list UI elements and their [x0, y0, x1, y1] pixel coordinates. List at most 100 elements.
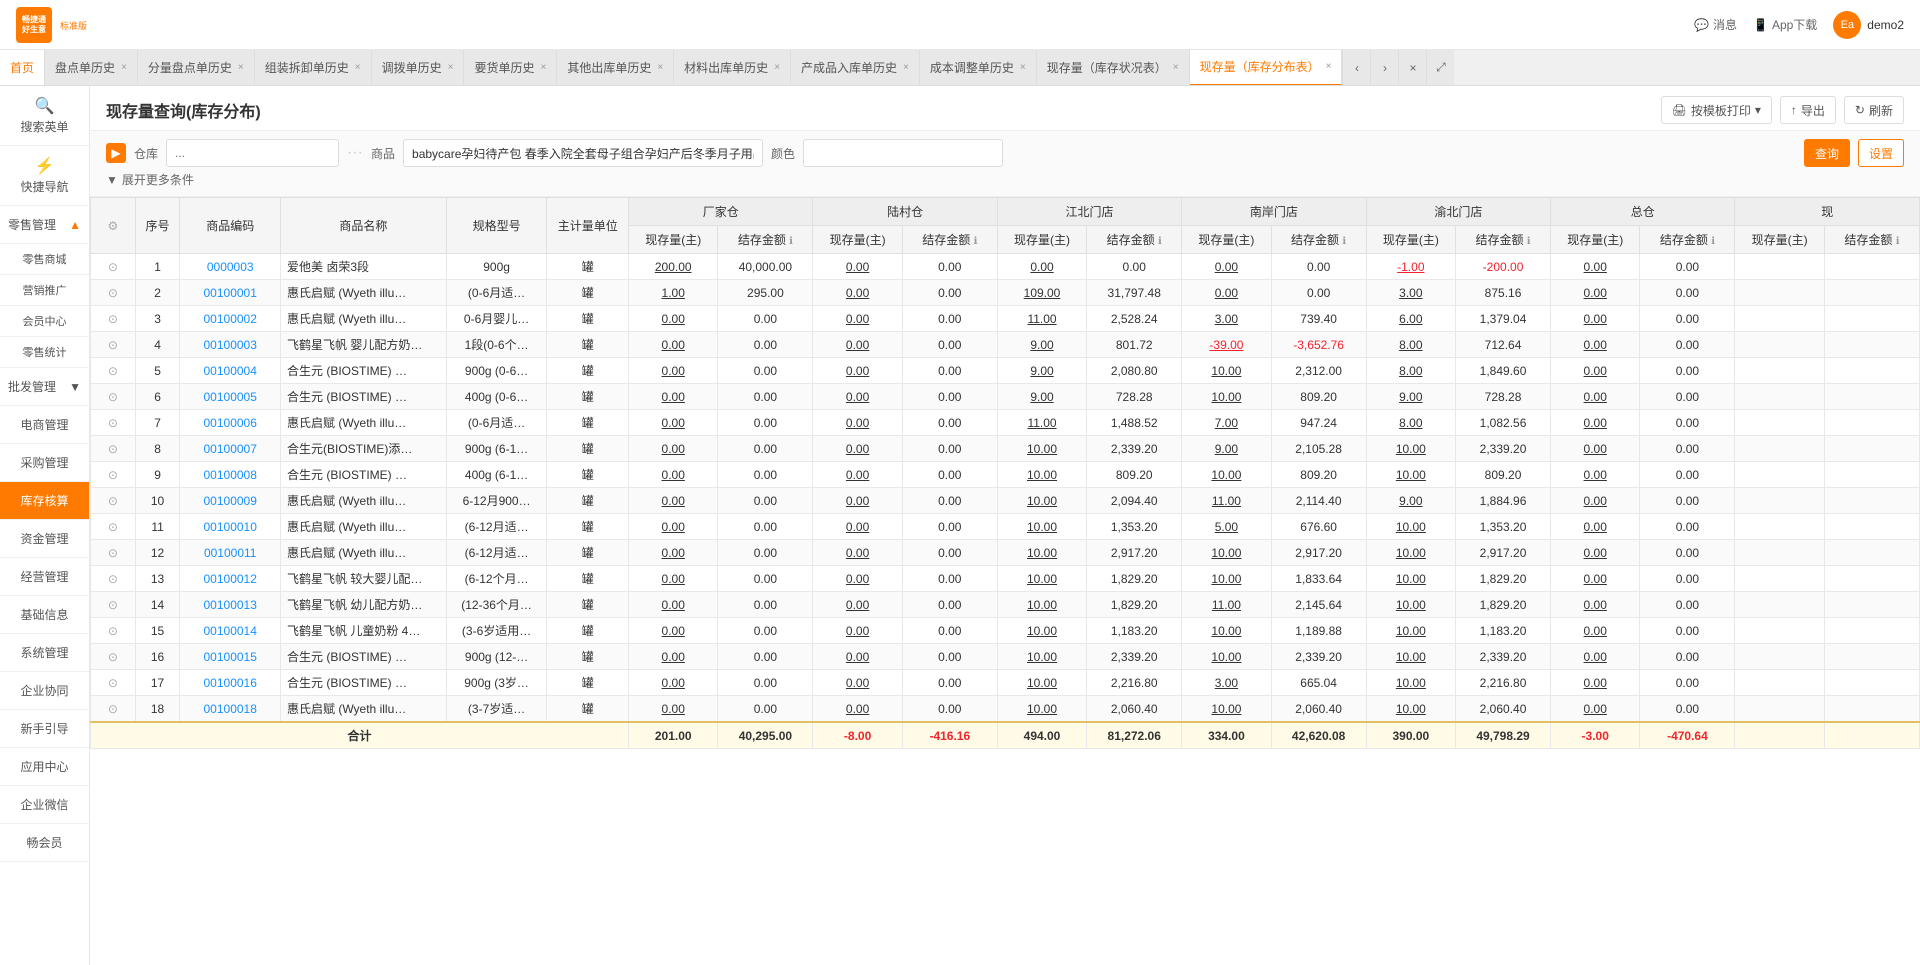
cell-jb-qty[interactable]: 10.00 [997, 592, 1086, 618]
cell-yb-qty[interactable]: 10.00 [1366, 462, 1455, 488]
cell-yb-qty[interactable]: 8.00 [1366, 358, 1455, 384]
cell-jb-qty[interactable]: 10.00 [997, 670, 1086, 696]
cell-lu-qty[interactable]: 0.00 [813, 332, 902, 358]
cell-code[interactable]: 00100011 [180, 540, 281, 566]
cell-fac-qty[interactable]: 0.00 [629, 644, 718, 670]
cell-yb-qty[interactable]: 8.00 [1366, 332, 1455, 358]
app-download-btn[interactable]: 📱 App下载 [1753, 16, 1817, 33]
cell-na-qty[interactable]: 3.00 [1182, 670, 1271, 696]
cell-lu-qty[interactable]: 0.00 [813, 592, 902, 618]
cell-gear[interactable]: ⊙ [91, 436, 136, 462]
cell-total-qty[interactable]: 0.00 [1551, 670, 1640, 696]
cell-fac-qty[interactable]: 0.00 [629, 358, 718, 384]
cell-jb-qty[interactable]: 10.00 [997, 696, 1086, 723]
sidebar-item-retail-shop[interactable]: 零售商城 [0, 244, 89, 275]
cell-yb-qty[interactable]: 8.00 [1366, 410, 1455, 436]
sidebar-item-basic-info[interactable]: 基础信息 [0, 596, 89, 634]
cell-total-qty[interactable]: 0.00 [1551, 618, 1640, 644]
cell-fac-qty[interactable]: 0.00 [629, 670, 718, 696]
cell-gear[interactable]: ⊙ [91, 306, 136, 332]
cell-total-qty[interactable]: 0.00 [1551, 592, 1640, 618]
cell-total-qty[interactable]: 0.00 [1551, 514, 1640, 540]
cell-lu-qty[interactable]: 0.00 [813, 566, 902, 592]
warehouse-input[interactable] [166, 139, 339, 167]
sidebar-item-ecommerce[interactable]: 电商管理 [0, 406, 89, 444]
cell-yb-qty[interactable]: 9.00 [1366, 488, 1455, 514]
cell-gear[interactable]: ⊙ [91, 696, 136, 723]
sidebar-item-marketing[interactable]: 营销推广 [0, 275, 89, 306]
cell-lu-qty[interactable]: 0.00 [813, 306, 902, 332]
cell-na-qty[interactable]: 10.00 [1182, 644, 1271, 670]
cell-fac-qty[interactable]: 0.00 [629, 332, 718, 358]
refresh-button[interactable]: ↻ 刷新 [1844, 96, 1904, 124]
cell-code[interactable]: 00100014 [180, 618, 281, 644]
cell-fac-qty[interactable]: 1.00 [629, 280, 718, 306]
tab-3[interactable]: 组装拆卸单历史 × [255, 50, 372, 86]
cell-total-qty[interactable]: 0.00 [1551, 358, 1640, 384]
cell-gear[interactable]: ⊙ [91, 462, 136, 488]
cell-gear[interactable]: ⊙ [91, 254, 136, 280]
tab-7[interactable]: 材料出库单历史 × [674, 50, 791, 86]
tab-2[interactable]: 分量盘点单历史 × [138, 50, 255, 86]
cell-fac-qty[interactable]: 0.00 [629, 306, 718, 332]
cell-code[interactable]: 00100008 [180, 462, 281, 488]
cell-na-qty[interactable]: 10.00 [1182, 462, 1271, 488]
cell-total-qty[interactable]: 0.00 [1551, 254, 1640, 280]
tab-6[interactable]: 其他出库单历史 × [557, 50, 674, 86]
cell-code[interactable]: 00100003 [180, 332, 281, 358]
cell-lu-qty[interactable]: 0.00 [813, 514, 902, 540]
cell-code[interactable]: 00100004 [180, 358, 281, 384]
tab-4[interactable]: 调拨单历史 × [372, 50, 465, 86]
cell-total-qty[interactable]: 0.00 [1551, 384, 1640, 410]
cell-jb-qty[interactable]: 0.00 [997, 254, 1086, 280]
cell-code[interactable]: 00100001 [180, 280, 281, 306]
cell-lu-qty[interactable]: 0.00 [813, 618, 902, 644]
cell-fac-qty[interactable]: 0.00 [629, 696, 718, 723]
cell-na-qty[interactable]: 11.00 [1182, 488, 1271, 514]
cell-lu-qty[interactable]: 0.00 [813, 644, 902, 670]
sidebar-item-wholesale[interactable]: 批发管理 ▼ [0, 368, 89, 406]
cell-jb-qty[interactable]: 10.00 [997, 514, 1086, 540]
cell-na-qty[interactable]: 9.00 [1182, 436, 1271, 462]
cell-total-qty[interactable]: 0.00 [1551, 410, 1640, 436]
cell-yb-qty[interactable]: 10.00 [1366, 670, 1455, 696]
cell-gear[interactable]: ⊙ [91, 540, 136, 566]
table-container[interactable]: ⚙ 序号 商品编码 商品名称 规格型号 主计量单位 厂家仓 陆村仓 江北门店 南… [90, 197, 1920, 965]
tab-10[interactable]: 现存量（库存状况表） × [1037, 50, 1190, 86]
cell-total-qty[interactable]: 0.00 [1551, 332, 1640, 358]
cell-total-qty[interactable]: 0.00 [1551, 540, 1640, 566]
cell-code[interactable]: 00100013 [180, 592, 281, 618]
sidebar-item-operations[interactable]: 经营管理 [0, 558, 89, 596]
sidebar-item-member-club[interactable]: 畅会员 [0, 824, 89, 862]
cell-gear[interactable]: ⊙ [91, 410, 136, 436]
cell-fac-qty[interactable]: 0.00 [629, 384, 718, 410]
cell-lu-qty[interactable]: 0.00 [813, 254, 902, 280]
cell-yb-qty[interactable]: 10.00 [1366, 540, 1455, 566]
sidebar-item-guide[interactable]: 新手引导 [0, 710, 89, 748]
cell-code[interactable]: 0000003 [180, 254, 281, 280]
cell-na-qty[interactable]: 5.00 [1182, 514, 1271, 540]
cell-total-qty[interactable]: 0.00 [1551, 462, 1640, 488]
cell-code[interactable]: 00100016 [180, 670, 281, 696]
cell-code[interactable]: 00100002 [180, 306, 281, 332]
cell-lu-qty[interactable]: 0.00 [813, 436, 902, 462]
cell-fac-qty[interactable]: 200.00 [629, 254, 718, 280]
cell-na-qty[interactable]: 0.00 [1182, 280, 1271, 306]
cell-gear[interactable]: ⊙ [91, 514, 136, 540]
cell-yb-qty[interactable]: 10.00 [1366, 696, 1455, 723]
cell-gear[interactable]: ⊙ [91, 280, 136, 306]
cell-na-qty[interactable]: 0.00 [1182, 254, 1271, 280]
cell-lu-qty[interactable]: 0.00 [813, 540, 902, 566]
cell-code[interactable]: 00100007 [180, 436, 281, 462]
cell-gear[interactable]: ⊙ [91, 384, 136, 410]
goods-input[interactable] [403, 139, 763, 167]
cell-gear[interactable]: ⊙ [91, 592, 136, 618]
cell-jb-qty[interactable]: 10.00 [997, 644, 1086, 670]
cell-jb-qty[interactable]: 10.00 [997, 488, 1086, 514]
cell-fac-qty[interactable]: 0.00 [629, 462, 718, 488]
cell-jb-qty[interactable]: 109.00 [997, 280, 1086, 306]
tab-1[interactable]: 盘点单历史 × [45, 50, 138, 86]
sidebar-item-inventory[interactable]: 库存核算 [0, 482, 89, 520]
filter-toggle-btn[interactable]: ▶ [106, 143, 126, 163]
cell-gear[interactable]: ⊙ [91, 358, 136, 384]
